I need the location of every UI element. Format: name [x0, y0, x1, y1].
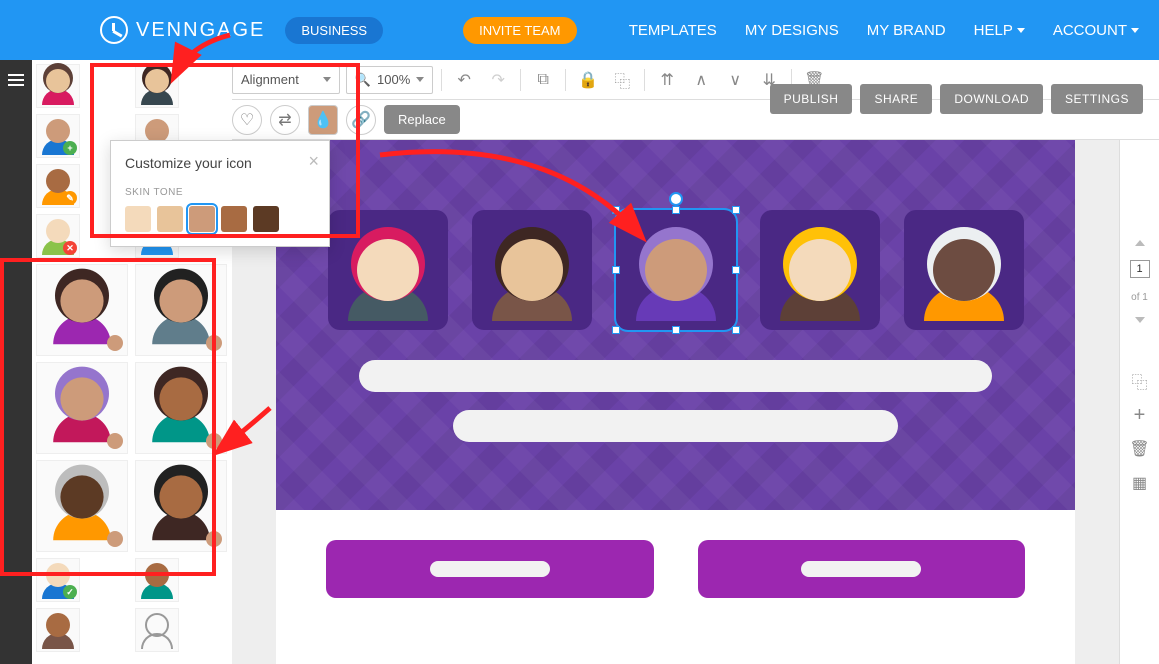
- avatar-card[interactable]: [904, 210, 1024, 330]
- invite-team-button[interactable]: INVITE TEAM: [463, 17, 576, 44]
- bring-front-button[interactable]: ⇈: [653, 66, 681, 94]
- title-placeholder[interactable]: [359, 360, 992, 392]
- nav-mydesigns[interactable]: MY DESIGNS: [745, 22, 839, 39]
- replace-button[interactable]: Replace: [384, 105, 460, 134]
- customize-icon-popover: × Customize your icon SKIN TONE: [110, 140, 330, 247]
- search-icon: 🔍: [355, 72, 371, 88]
- copy-button[interactable]: ⿻: [608, 66, 636, 94]
- send-backward-button[interactable]: ∨: [721, 66, 749, 94]
- library-icon[interactable]: ✕: [36, 214, 80, 258]
- download-button[interactable]: DOWNLOAD: [940, 84, 1043, 114]
- brand-name: VENNGAGE: [136, 19, 265, 42]
- chevron-down-icon: [416, 77, 424, 82]
- library-icon[interactable]: [36, 608, 80, 652]
- avatar-card[interactable]: [760, 210, 880, 330]
- chevron-down-icon: [1017, 28, 1025, 33]
- swap-icon: ⇄: [278, 110, 291, 130]
- skin-color-swatch[interactable]: 💧: [308, 105, 338, 135]
- library-icon[interactable]: ✓: [36, 558, 80, 602]
- zoom-dropdown[interactable]: 🔍100%: [346, 66, 433, 94]
- chevron-down-icon: [323, 77, 331, 82]
- skin-tone-swatch[interactable]: [125, 206, 151, 232]
- library-icon[interactable]: [135, 362, 227, 454]
- copy-page-button[interactable]: ⿻: [1130, 371, 1150, 391]
- favorite-button[interactable]: ♡: [232, 105, 262, 135]
- sidebar-strip: [0, 60, 32, 664]
- page-total: of 1: [1131, 292, 1148, 303]
- next-page-button[interactable]: [1135, 317, 1145, 323]
- chevron-down-icon: [1131, 28, 1139, 33]
- library-icon[interactable]: [135, 460, 227, 552]
- grid-view-button[interactable]: ▦: [1130, 473, 1150, 493]
- skin-tone-swatch[interactable]: [189, 206, 215, 232]
- action-buttons: PUBLISH SHARE DOWNLOAD SETTINGS: [770, 84, 1143, 114]
- library-icon[interactable]: [36, 460, 128, 552]
- library-icon[interactable]: [135, 64, 179, 108]
- share-button[interactable]: SHARE: [860, 84, 932, 114]
- undo-button[interactable]: ↶: [450, 66, 478, 94]
- link-button[interactable]: 🔗: [346, 105, 376, 135]
- page-navigator: 1 of 1 ⿻ + 🗑 ▦: [1119, 140, 1159, 664]
- library-icon[interactable]: [36, 64, 80, 108]
- link-icon: 🔗: [351, 110, 371, 130]
- close-button[interactable]: ×: [308, 151, 319, 172]
- hero-section: [276, 140, 1075, 510]
- button-row: [276, 510, 1075, 598]
- publish-button[interactable]: PUBLISH: [770, 84, 853, 114]
- logo[interactable]: VENNGAGE: [100, 16, 265, 44]
- alignment-dropdown[interactable]: Alignment: [232, 66, 340, 94]
- nav-help[interactable]: HELP: [974, 22, 1025, 39]
- redo-button[interactable]: ↷: [484, 66, 512, 94]
- skin-tone-swatch[interactable]: [157, 206, 183, 232]
- skin-tone-swatches: [125, 206, 315, 232]
- library-icon[interactable]: [135, 608, 179, 652]
- swap-button[interactable]: ⇄: [270, 105, 300, 135]
- skin-tone-label: SKIN TONE: [125, 187, 315, 198]
- clock-icon: [100, 16, 128, 44]
- library-icon[interactable]: [135, 558, 179, 602]
- cta-button-2[interactable]: [698, 540, 1026, 598]
- library-icon[interactable]: +: [36, 114, 80, 158]
- nav-links: TEMPLATES MY DESIGNS MY BRAND HELP ACCOU…: [629, 22, 1139, 39]
- skin-tone-swatch[interactable]: [253, 206, 279, 232]
- settings-button[interactable]: SETTINGS: [1051, 84, 1143, 114]
- library-icon[interactable]: [135, 264, 227, 356]
- heart-icon: ♡: [240, 110, 254, 130]
- cta-button-1[interactable]: [326, 540, 654, 598]
- top-nav: VENNGAGE BUSINESS INVITE TEAM TEMPLATES …: [0, 0, 1159, 60]
- library-icon[interactable]: ✎: [36, 164, 80, 208]
- prev-page-button[interactable]: [1135, 240, 1145, 246]
- page-number[interactable]: 1: [1130, 260, 1150, 278]
- popover-title: Customize your icon: [125, 155, 315, 171]
- add-page-button[interactable]: +: [1130, 405, 1150, 425]
- canvas-viewport[interactable]: [232, 140, 1119, 664]
- avatar-card[interactable]: [616, 210, 736, 330]
- lock-button[interactable]: 🔒: [574, 66, 602, 94]
- skin-tone-swatch[interactable]: [221, 206, 247, 232]
- nav-mybrand[interactable]: MY BRAND: [867, 22, 946, 39]
- bring-forward-button[interactable]: ∧: [687, 66, 715, 94]
- library-icon[interactable]: [36, 362, 128, 454]
- avatar-card[interactable]: [328, 210, 448, 330]
- droplet-icon: 💧: [309, 106, 337, 134]
- hamburger-icon[interactable]: [8, 74, 24, 86]
- nav-templates[interactable]: TEMPLATES: [629, 22, 717, 39]
- subtitle-placeholder[interactable]: [453, 410, 899, 442]
- business-pill[interactable]: BUSINESS: [285, 17, 383, 44]
- library-icon[interactable]: [36, 264, 128, 356]
- avatar-row: [316, 210, 1035, 330]
- group-button[interactable]: ⧉: [529, 66, 557, 94]
- nav-account[interactable]: ACCOUNT: [1053, 22, 1139, 39]
- avatar-card[interactable]: [472, 210, 592, 330]
- delete-page-button[interactable]: 🗑: [1130, 439, 1150, 459]
- design-canvas[interactable]: [276, 140, 1075, 664]
